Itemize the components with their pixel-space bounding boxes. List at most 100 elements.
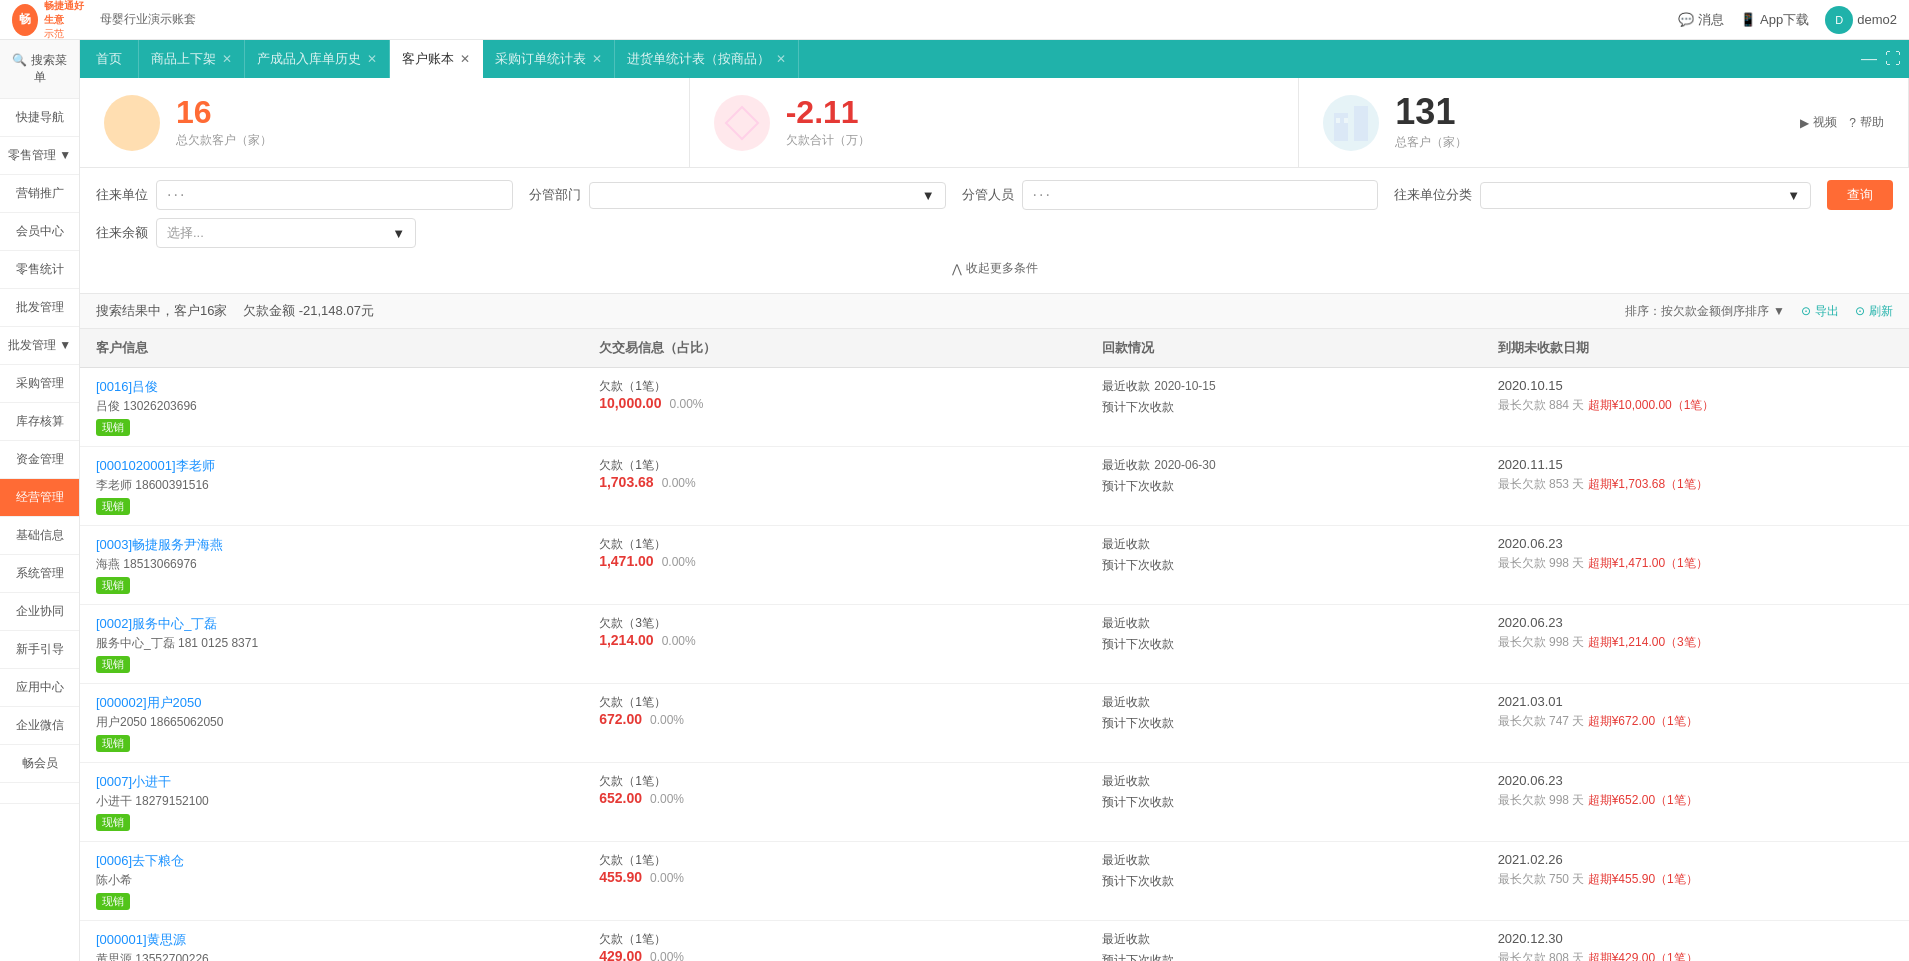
sidebar-item-enterprise-coop[interactable]: 新手引导 xyxy=(0,631,79,669)
dept-select[interactable]: ▼ xyxy=(589,182,946,209)
sidebar-item-finance[interactable]: 经营管理 xyxy=(0,479,79,517)
sidebar-item-enterprise-wechat[interactable]: 畅会员 xyxy=(0,745,79,783)
sidebar-item-ecommerce[interactable]: 采购管理 xyxy=(0,365,79,403)
sidebar-item-basic-info[interactable]: 系统管理 xyxy=(0,555,79,593)
debt-info-2: 欠款（1笔） 1,703.680.00% xyxy=(599,457,1102,515)
tab-close-product-offline[interactable]: ✕ xyxy=(222,52,232,66)
table-row: [0006]去下粮仓 陈小希 现销 欠款（1笔） 455.900.00% 最近收… xyxy=(80,842,1909,921)
debt-info-3: 欠款（1笔） 1,471.000.00% xyxy=(599,536,1102,594)
unit-category-select[interactable]: ▼ xyxy=(1480,182,1811,209)
sidebar-item-retail-mall[interactable]: 营销推广 xyxy=(0,175,79,213)
col-header-expire: 到期未收款日期 xyxy=(1498,339,1893,357)
tab-product-offline[interactable]: 商品上下架 ✕ xyxy=(139,40,245,78)
sidebar-item-inventory[interactable]: 资金管理 xyxy=(0,441,79,479)
expire-info-8: 2020.12.30 最长欠款 808 天 超期¥429.00（1笔） xyxy=(1498,931,1893,961)
tab-product-history[interactable]: 产成品入库单历史 ✕ xyxy=(245,40,390,78)
sidebar-item-newbie[interactable]: 应用中心 xyxy=(0,669,79,707)
stat-value-customers: 16 xyxy=(176,96,272,128)
customer-name-4[interactable]: [0002]服务中心_丁磊 xyxy=(96,616,217,631)
customer-name-3[interactable]: [0003]畅捷服务尹海燕 xyxy=(96,537,223,552)
tab-home[interactable]: 首页 xyxy=(80,40,139,78)
help-btn[interactable]: ? 帮助 xyxy=(1849,114,1884,131)
overdue-link-6[interactable]: 超期¥652.00（1笔） xyxy=(1588,793,1698,807)
customer-name-2[interactable]: [0001020001]李老师 xyxy=(96,458,215,473)
tab-purchase-stats[interactable]: 采购订单统计表 ✕ xyxy=(483,40,615,78)
search-menu-btn[interactable]: 🔍 搜索菜单 xyxy=(8,48,71,90)
filter-dept: 分管部门 ▼ xyxy=(529,182,946,209)
svg-marker-2 xyxy=(726,107,758,139)
col-header-debt: 欠交易信息（占比） xyxy=(599,339,1102,357)
overdue-link-5[interactable]: 超期¥672.00（1笔） xyxy=(1588,714,1698,728)
sidebar: 🔍 搜索菜单 快捷导航 零售管理 ▼ 营销推广 会员中心 零售统计 批发管理 xyxy=(0,40,80,961)
overdue-link-3[interactable]: 超期¥1,471.00（1笔） xyxy=(1588,556,1708,570)
tab-bar-actions: — ⛶ xyxy=(1853,50,1909,68)
debt-info-8: 欠款（1笔） 429.000.00% xyxy=(599,931,1102,961)
overdue-link-4[interactable]: 超期¥1,214.00（3笔） xyxy=(1588,635,1708,649)
sidebar-item-retail-stats[interactable]: 批发管理 xyxy=(0,289,79,327)
stat-label-customers: 总欠款客户（家） xyxy=(176,132,272,149)
sidebar-item-retail-mgmt[interactable]: 零售管理 ▼ xyxy=(0,137,79,175)
export-btn[interactable]: ⊙ 导出 xyxy=(1801,303,1839,320)
sidebar-item-operation[interactable]: 基础信息 xyxy=(0,517,79,555)
debt-info-7: 欠款（1笔） 455.900.00% xyxy=(599,852,1102,910)
customer-name-1[interactable]: [0016]吕俊 xyxy=(96,379,158,394)
tab-customer-account[interactable]: 客户账本 ✕ xyxy=(390,40,483,78)
customer-info-4: [0002]服务中心_丁磊 服务中心_丁磊 181 0125 8371 现销 xyxy=(96,615,599,673)
debt-info-1: 欠款（1笔） 10,000.000.00% xyxy=(599,378,1102,436)
sidebar-item-system[interactable]: 企业协同 xyxy=(0,593,79,631)
customer-info-5: [000002]用户2050 用户2050 18665062050 现销 xyxy=(96,694,599,752)
sort-btn[interactable]: 排序：按欠款金额倒序排序 ▼ xyxy=(1625,303,1785,320)
expire-info-1: 2020.10.15 最长欠款 884 天 超期¥10,000.00（1笔） xyxy=(1498,378,1893,436)
tab-bar: 首页 商品上下架 ✕ 产成品入库单历史 ✕ 客户账本 ✕ 采购订单统计表 ✕ xyxy=(80,40,1909,78)
message-btn[interactable]: 💬 消息 xyxy=(1678,11,1724,29)
tab-import-stats[interactable]: 进货单统计表（按商品） ✕ xyxy=(615,40,799,78)
search-btn[interactable]: 查询 xyxy=(1827,180,1893,210)
overdue-link-8[interactable]: 超期¥429.00（1笔） xyxy=(1588,951,1698,961)
sidebar-item-vip[interactable] xyxy=(0,783,79,804)
customer-name-8[interactable]: [000001]黄思源 xyxy=(96,932,186,947)
sidebar-item-nav[interactable]: 快捷导航 xyxy=(0,99,79,137)
logo-icon: 畅 xyxy=(12,4,38,36)
sidebar-item-marketing[interactable]: 会员中心 xyxy=(0,213,79,251)
tab-close-product-history[interactable]: ✕ xyxy=(367,52,377,66)
person-input[interactable]: ··· xyxy=(1022,180,1379,210)
return-info-1: 最近收款2020-10-15 预计下次收款 xyxy=(1102,378,1497,436)
collapse-btn[interactable]: ⋀ 收起更多条件 xyxy=(96,256,1893,281)
table-header: 客户信息 欠交易信息（占比） 回款情况 到期未收款日期 xyxy=(80,329,1909,368)
sidebar-item-purchase[interactable]: 库存核算 xyxy=(0,403,79,441)
overdue-link-2[interactable]: 超期¥1,703.68（1笔） xyxy=(1588,477,1708,491)
refresh-btn[interactable]: ⊙ 刷新 xyxy=(1855,303,1893,320)
overdue-link-1[interactable]: 超期¥10,000.00（1笔） xyxy=(1588,398,1715,412)
sidebar-item-batch-mgmt[interactable]: 批发管理 ▼ xyxy=(0,327,79,365)
top-right: 💬 消息 📱 App下载 D demo2 xyxy=(1678,6,1897,34)
customer-name-7[interactable]: [0006]去下粮仓 xyxy=(96,853,184,868)
balance-select[interactable]: 选择... ▼ xyxy=(156,218,416,248)
stats-bar: ¥ 16 总欠款客户（家） -2.11 欠款合计（万） xyxy=(80,78,1909,168)
svg-rect-3 xyxy=(1334,113,1348,141)
help-icon: ? xyxy=(1849,116,1856,130)
tab-minimize-btn[interactable]: — xyxy=(1861,50,1877,68)
overdue-link-7[interactable]: 超期¥455.90（1笔） xyxy=(1588,872,1698,886)
stat-card1-info: 16 总欠款客户（家） xyxy=(176,96,272,149)
export-icon: ⊙ xyxy=(1801,304,1811,318)
tab-close-purchase-stats[interactable]: ✕ xyxy=(592,52,602,66)
stat-label-amount: 欠款合计（万） xyxy=(786,132,870,149)
video-btn[interactable]: ▶ 视频 xyxy=(1800,114,1837,131)
stat-icon-building xyxy=(1323,95,1379,151)
table-row: [0016]吕俊 吕俊 13026203696 现销 欠款（1笔） 10,000… xyxy=(80,368,1909,447)
user-profile[interactable]: D demo2 xyxy=(1825,6,1897,34)
app-download-btn[interactable]: 📱 App下载 xyxy=(1740,11,1809,29)
customer-info-8: [000001]黄思源 黄思源 13552700226 现销 xyxy=(96,931,599,961)
return-info-3: 最近收款 预计下次收款 xyxy=(1102,536,1497,594)
from-unit-input[interactable]: ··· xyxy=(156,180,513,210)
result-bar: 搜索结果中，客户16家 欠款金额 -21,148.07元 排序：按欠款金额倒序排… xyxy=(80,294,1909,329)
sidebar-item-member[interactable]: 零售统计 xyxy=(0,251,79,289)
customer-name-6[interactable]: [0007]小进干 xyxy=(96,774,171,789)
return-info-7: 最近收款 预计下次收款 xyxy=(1102,852,1497,910)
sidebar-item-app-center[interactable]: 企业微信 xyxy=(0,707,79,745)
tab-maximize-btn[interactable]: ⛶ xyxy=(1885,50,1901,68)
tab-close-customer-account[interactable]: ✕ xyxy=(460,52,470,66)
tab-close-import-stats[interactable]: ✕ xyxy=(776,52,786,66)
expire-info-4: 2020.06.23 最长欠款 998 天 超期¥1,214.00（3笔） xyxy=(1498,615,1893,673)
customer-name-5[interactable]: [000002]用户2050 xyxy=(96,695,202,710)
